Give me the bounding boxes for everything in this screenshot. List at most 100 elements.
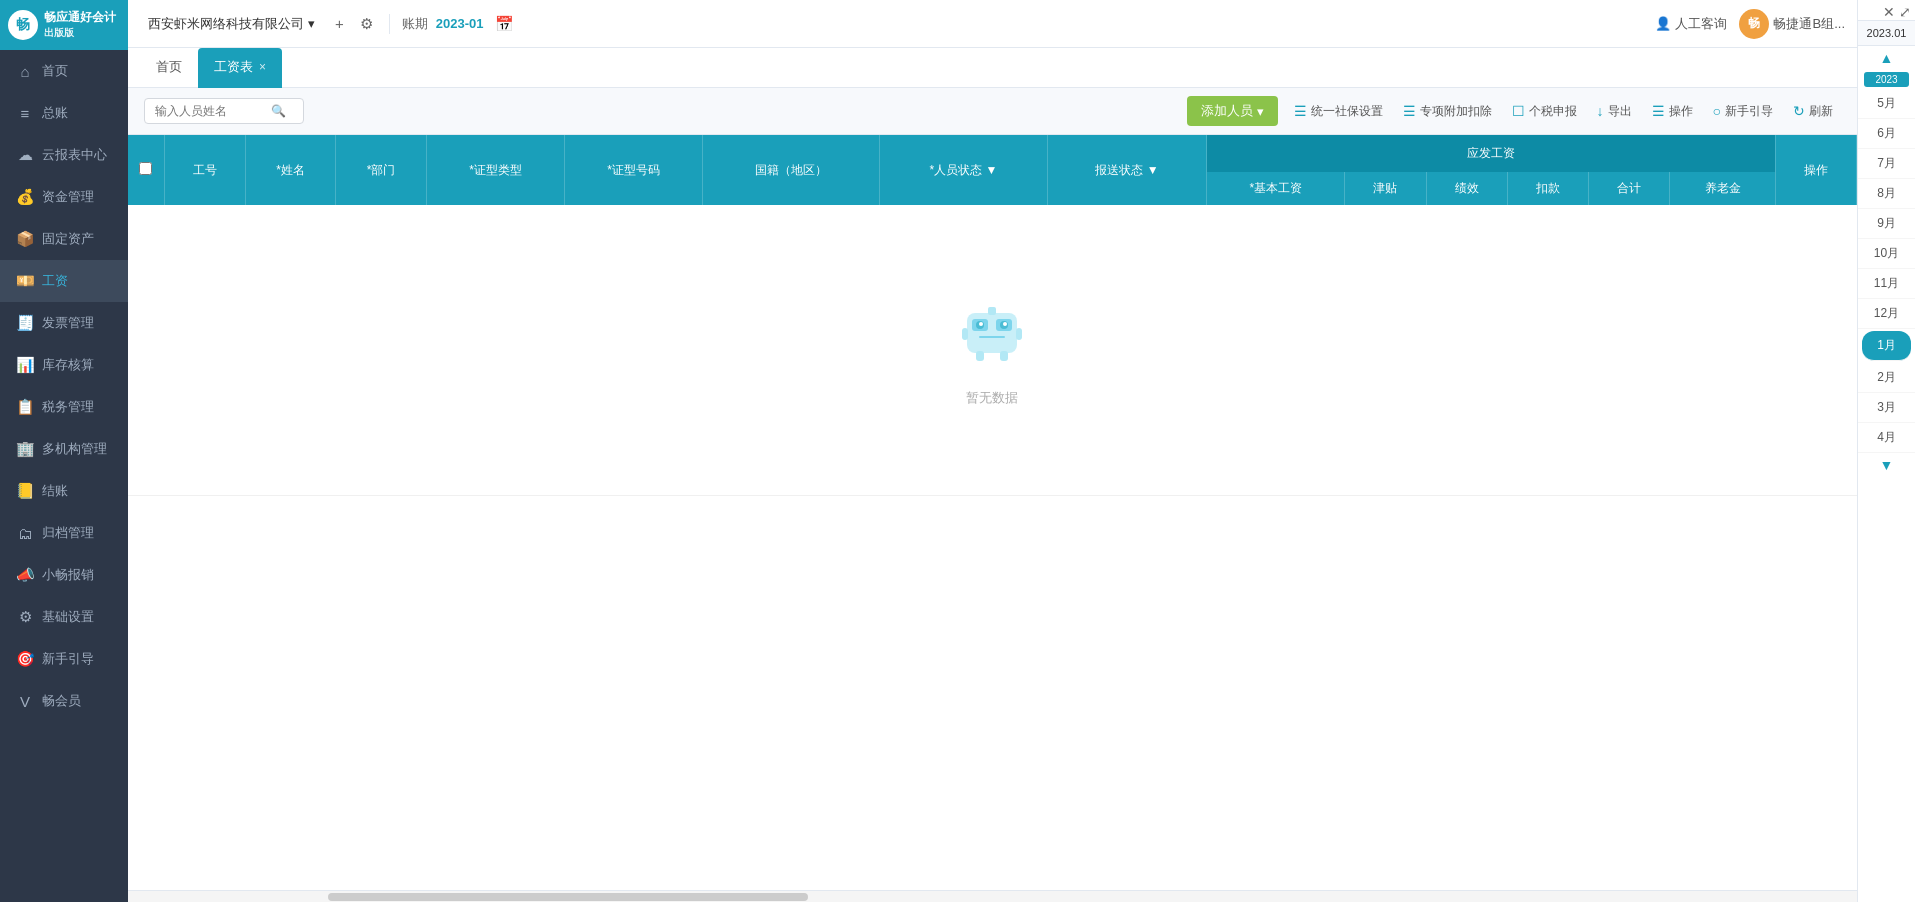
- month-item-4月[interactable]: 4月: [1858, 423, 1915, 453]
- toolbar-action-1[interactable]: ☰专项附加扣除: [1395, 99, 1500, 124]
- tab-salary-close[interactable]: ×: [259, 60, 266, 74]
- month-item-3月[interactable]: 3月: [1858, 393, 1915, 423]
- sidebar-item-多机构管理[interactable]: 🏢多机构管理: [0, 428, 128, 470]
- toolbar-right: 添加人员 ▾ ☰统一社保设置☰专项附加扣除☐个税申报↓导出☰操作○新手引导↻刷新: [1187, 96, 1841, 126]
- th-status[interactable]: *人员状态 ▼: [879, 135, 1047, 205]
- th-performance: 绩效: [1426, 172, 1507, 205]
- month-item-2月[interactable]: 2月: [1858, 363, 1915, 393]
- sidebar-item-固定资产[interactable]: 📦固定资产: [0, 218, 128, 260]
- month-item-5月[interactable]: 5月: [1858, 89, 1915, 119]
- scrollbar-thumb[interactable]: [328, 893, 808, 901]
- sidebar-item-结账[interactable]: 📒结账: [0, 470, 128, 512]
- month-item-11月[interactable]: 11月: [1858, 269, 1915, 299]
- company-name: 西安虾米网络科技有限公司: [148, 15, 304, 33]
- settings-button[interactable]: ⚙: [356, 11, 377, 37]
- svg-rect-5: [962, 328, 968, 340]
- horizontal-scrollbar[interactable]: [128, 890, 1857, 902]
- sidebar-icon-6: 🧾: [16, 314, 34, 332]
- month-item-8月[interactable]: 8月: [1858, 179, 1915, 209]
- tab-salary[interactable]: 工资表 ×: [198, 48, 282, 88]
- logo-text: 畅应通好会计: [44, 10, 116, 26]
- sidebar-icon-2: ☁: [16, 146, 34, 164]
- sidebar-item-发票管理[interactable]: 🧾 发票管理: [0, 302, 128, 344]
- calendar-icon[interactable]: 📅: [491, 11, 518, 37]
- sidebar-label-14: 新手引导: [42, 650, 94, 668]
- th-empno: 工号: [164, 135, 245, 205]
- right-panel: ✕ ⤢ 2023.01 ▲ 20235月6月7月8月9月10月11月12月1月2…: [1857, 0, 1915, 902]
- company-selector[interactable]: 西安虾米网络科技有限公司 ▾: [140, 11, 323, 37]
- sidebar-item-云报表中心[interactable]: ☁ 云报表中心: [0, 134, 128, 176]
- nav-down[interactable]: ▼: [1858, 453, 1915, 477]
- toolbar-action-6[interactable]: ↻刷新: [1785, 99, 1841, 124]
- sidebar-icon-9: 🏢: [16, 440, 34, 458]
- month-item-6月[interactable]: 6月: [1858, 119, 1915, 149]
- sidebar-item-畅会员[interactable]: V 畅会员: [0, 680, 128, 722]
- th-checkbox[interactable]: [128, 135, 164, 205]
- sidebar: 畅 畅应通好会计 出版版 ⌂首页≡总账☁云报表中心💰资金管理📦固定资产💴工资🧾发…: [0, 0, 128, 902]
- data-table: 工号 *姓名 *部门 *证型类型 *证型号码 国籍（地区） *人员状态 ▼ 报送…: [128, 135, 1857, 496]
- sidebar-label-10: 结账: [42, 482, 68, 500]
- sidebar-label-11: 归档管理: [42, 524, 94, 542]
- th-report[interactable]: 报送状态 ▼: [1048, 135, 1207, 205]
- search-input[interactable]: [155, 104, 265, 118]
- logo-icon: 畅: [8, 10, 38, 40]
- nav-up[interactable]: ▲: [1858, 46, 1915, 70]
- sidebar-item-小畅报销[interactable]: 📣小畅报销: [0, 554, 128, 596]
- toolbar-action-0[interactable]: ☰统一社保设置: [1286, 99, 1391, 124]
- close-window-button[interactable]: ✕: [1883, 4, 1895, 20]
- period-value[interactable]: 2023-01: [436, 16, 484, 31]
- sidebar-icon-8: 📋: [16, 398, 34, 416]
- search-wrapper: 🔍: [144, 98, 304, 124]
- sidebar-item-工资[interactable]: 💴工资: [0, 260, 128, 302]
- sidebar-item-税务管理[interactable]: 📋税务管理: [0, 386, 128, 428]
- sidebar-icon-5: 💴: [16, 272, 34, 290]
- empty-row: 暂无数据: [128, 205, 1857, 496]
- month-item-10月[interactable]: 10月: [1858, 239, 1915, 269]
- sidebar-label-6: 发票管理: [42, 314, 94, 332]
- sidebar-item-资金管理[interactable]: 💰资金管理: [0, 176, 128, 218]
- sidebar-item-归档管理[interactable]: 🗂归档管理: [0, 512, 128, 554]
- maximize-window-button[interactable]: ⤢: [1899, 4, 1911, 20]
- sidebar-item-首页[interactable]: ⌂首页: [0, 50, 128, 92]
- month-item-9月[interactable]: 9月: [1858, 209, 1915, 239]
- sidebar-icon-14: 🎯: [16, 650, 34, 668]
- th-allowance: 津贴: [1345, 172, 1426, 205]
- sidebar-label-2: 云报表中心: [42, 146, 107, 164]
- svg-point-11: [979, 322, 983, 326]
- sidebar-item-基础设置[interactable]: ⚙基础设置: [0, 596, 128, 638]
- select-all-checkbox[interactable]: [139, 162, 152, 175]
- toolbar-action-3[interactable]: ↓导出: [1589, 99, 1640, 124]
- divider: [389, 14, 390, 34]
- toolbar-action-2[interactable]: ☐个税申报: [1504, 99, 1585, 124]
- month-item-12月[interactable]: 12月: [1858, 299, 1915, 329]
- sidebar-item-总账[interactable]: ≡总账: [0, 92, 128, 134]
- empty-icon: [952, 293, 1032, 373]
- topbar-right: 👤 人工客询 畅 畅捷通B组...: [1655, 9, 1845, 39]
- table-container: 工号 *姓名 *部门 *证型类型 *证型号码 国籍（地区） *人员状态 ▼ 报送…: [128, 135, 1857, 890]
- toolbar-action-icon-6: ↻: [1793, 103, 1805, 119]
- th-dept: *部门: [336, 135, 427, 205]
- toolbar-action-5[interactable]: ○新手引导: [1705, 99, 1781, 124]
- tab-home[interactable]: 首页: [140, 48, 198, 88]
- svg-rect-0: [967, 313, 1017, 353]
- add-person-button[interactable]: 添加人员 ▾: [1187, 96, 1278, 126]
- toolbar-action-icon-5: ○: [1713, 103, 1721, 119]
- year-badge: 2023: [1864, 72, 1909, 87]
- toolbar-action-4[interactable]: ☰操作: [1644, 99, 1701, 124]
- table-header-row1: 工号 *姓名 *部门 *证型类型 *证型号码 国籍（地区） *人员状态 ▼ 报送…: [128, 135, 1857, 172]
- service-button[interactable]: 👤 人工客询: [1655, 15, 1727, 33]
- user-button[interactable]: 畅 畅捷通B组...: [1739, 9, 1845, 39]
- sidebar-icon-15: V: [16, 693, 34, 710]
- empty-cell: 暂无数据: [128, 205, 1857, 496]
- sidebar-label-15: 畅会员: [42, 692, 81, 710]
- month-item-7月[interactable]: 7月: [1858, 149, 1915, 179]
- sidebar-item-新手引导[interactable]: 🎯 新手引导: [0, 638, 128, 680]
- add-button[interactable]: +: [331, 11, 348, 36]
- sidebar-label-13: 基础设置: [42, 608, 94, 626]
- toolbar-action-label-4: 操作: [1669, 103, 1693, 120]
- sidebar-icon-3: 💰: [16, 188, 34, 206]
- sidebar-item-库存核算[interactable]: 📊库存核算: [0, 344, 128, 386]
- month-item-1月[interactable]: 1月: [1862, 331, 1911, 361]
- th-deduction: 扣款: [1507, 172, 1588, 205]
- th-base-salary: *基本工资: [1207, 172, 1345, 205]
